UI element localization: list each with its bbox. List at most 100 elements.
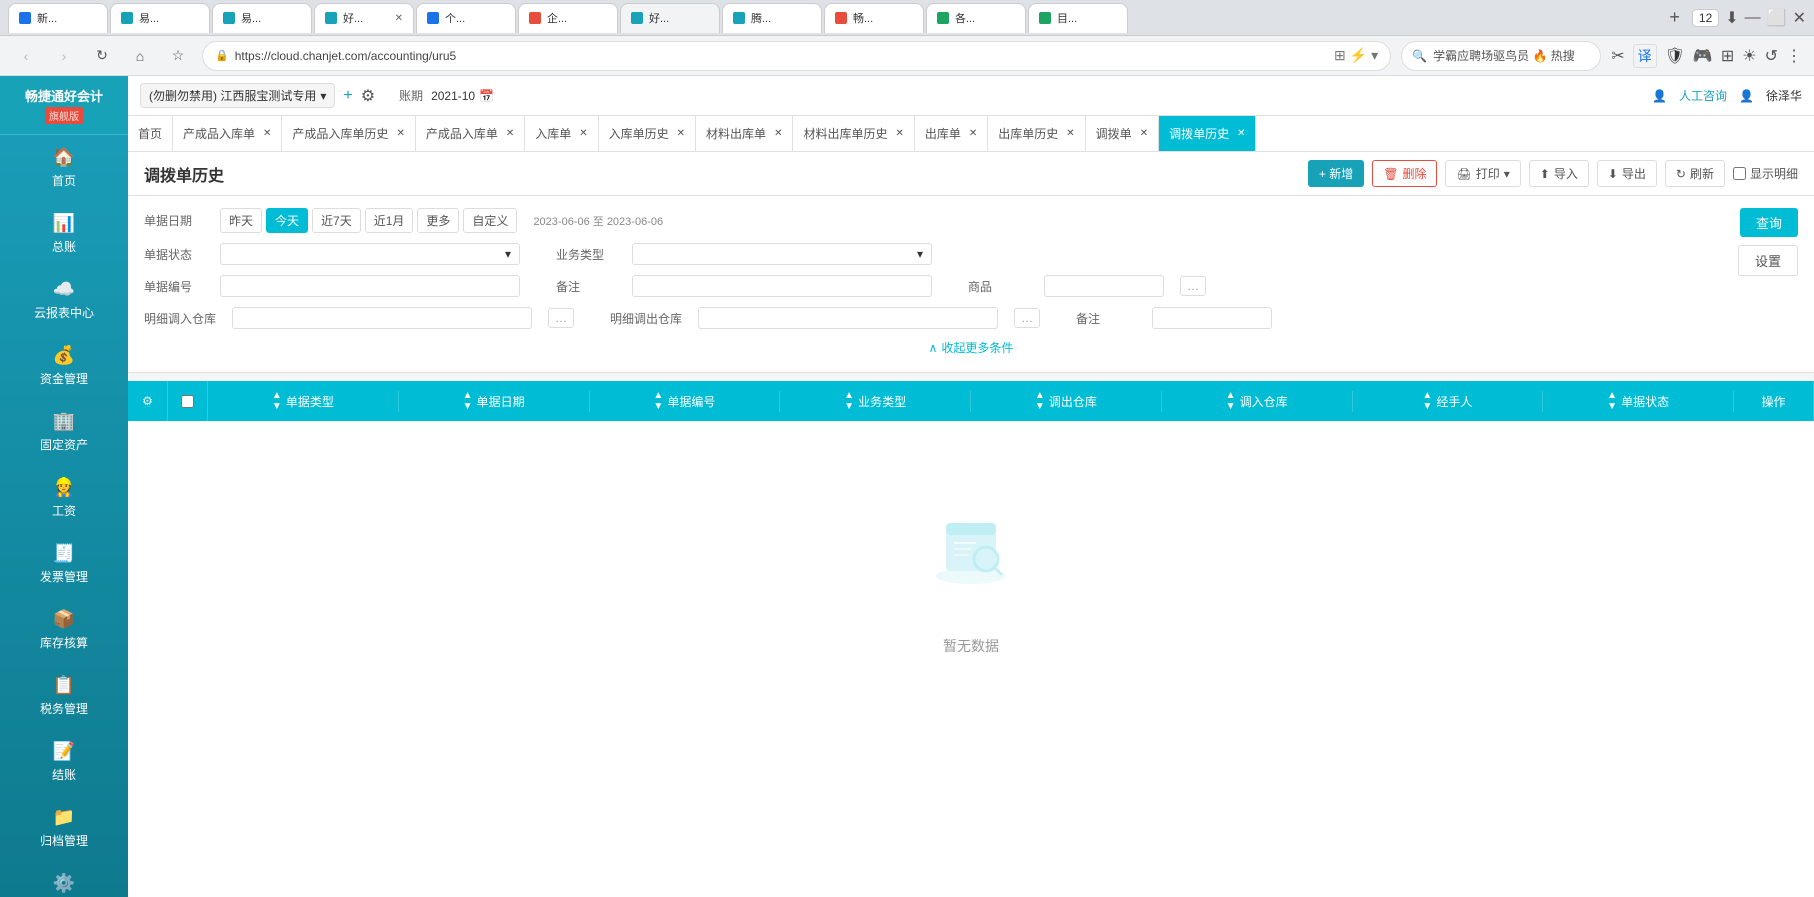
sidebar-item-10[interactable]: 📁归档管理 (0, 795, 128, 861)
th-col-6[interactable]: ▲▼经手人 (1353, 391, 1544, 412)
nav-tab-close-1[interactable]: ✕ (263, 128, 271, 139)
browser-tab-t2[interactable]: 易... (110, 3, 210, 33)
nav-tab-4[interactable]: 入库单✕ (525, 116, 598, 152)
th-col-3[interactable]: ▲▼业务类型 (780, 391, 971, 412)
th-col-7[interactable]: ▲▼单据状态 (1543, 391, 1734, 412)
browser-tab-t1[interactable]: 新... (8, 3, 108, 33)
nav-tab-close-8[interactable]: ✕ (969, 128, 977, 139)
browser-tab-t6[interactable]: 企... (518, 3, 618, 33)
th-col-4[interactable]: ▲▼调出仓库 (971, 391, 1162, 412)
sidebar-item-1[interactable]: 📊总账 (0, 201, 128, 267)
detail-in-ellipsis[interactable]: … (548, 308, 574, 328)
address-dropdown-icon[interactable]: ▾ (1371, 47, 1378, 64)
extension2-icon[interactable]: 🎮 (1693, 46, 1713, 66)
date-option-2[interactable]: 近7天 (312, 208, 361, 233)
delete-button[interactable]: 🗑 删除 (1372, 160, 1437, 187)
maximize-button[interactable]: ⬜ (1767, 8, 1787, 28)
nav-tab-9[interactable]: 出库单历史✕ (988, 116, 1085, 152)
sidebar-item-2[interactable]: ☁️云报表中心 (0, 267, 128, 333)
nav-tab-7[interactable]: 材料出库单历史✕ (793, 116, 914, 152)
nav-tab-8[interactable]: 出库单✕ (915, 116, 988, 152)
detail-out-input[interactable] (698, 307, 998, 329)
scissors-icon[interactable]: ✂ (1611, 46, 1624, 66)
bookmark-button[interactable]: ☆ (164, 42, 192, 70)
import-button[interactable]: ⬆ 导入 (1529, 160, 1589, 187)
date-option-0[interactable]: 昨天 (220, 208, 262, 233)
nav-tab-0[interactable]: 首页 (128, 116, 173, 152)
print-dropdown-icon[interactable]: ▾ (1504, 167, 1510, 181)
home-button[interactable]: ⌂ (126, 42, 154, 70)
add-company-button[interactable]: + (343, 87, 352, 105)
sidebar-item-3[interactable]: 💰资金管理 (0, 333, 128, 399)
grid-icon[interactable]: ⊞ (1721, 46, 1734, 66)
business-type-select[interactable]: ▾ (632, 243, 932, 265)
sidebar-item-5[interactable]: 👷工资 (0, 465, 128, 531)
sidebar-item-7[interactable]: 📦库存核算 (0, 597, 128, 663)
browser-tab-t8[interactable]: 腾... (722, 3, 822, 33)
detail-in-input[interactable] (232, 307, 532, 329)
date-option-5[interactable]: 自定义 (463, 208, 517, 233)
display-toggle[interactable]: 显示明细 (1733, 165, 1798, 182)
settings-gear-icon[interactable]: ⚙ (361, 86, 375, 106)
nav-tab-1[interactable]: 产成品入库单✕ (173, 116, 282, 152)
sidebar-item-8[interactable]: 📋税务管理 (0, 663, 128, 729)
th-checkbox[interactable] (168, 381, 208, 421)
filter-settings-button[interactable]: 设置 (1738, 245, 1798, 276)
display-toggle-checkbox[interactable] (1733, 167, 1746, 180)
user-service-label[interactable]: 人工咨询 (1679, 87, 1727, 104)
downloads-icon[interactable]: ⬇ (1725, 8, 1738, 28)
date-option-1[interactable]: 今天 (266, 208, 308, 233)
extension1-icon[interactable]: 🛡 (1665, 46, 1685, 66)
date-option-4[interactable]: 更多 (417, 208, 459, 233)
select-all-checkbox[interactable] (181, 395, 194, 408)
collapse-button[interactable]: ∧ 收起更多条件 (917, 335, 1026, 360)
sidebar-item-11[interactable]: ⚙️基础设置 (0, 861, 128, 897)
sidebar-item-6[interactable]: 🧾发票管理 (0, 531, 128, 597)
back-button[interactable]: ‹ (12, 42, 40, 70)
th-col-1[interactable]: ▲▼单据日期 (399, 391, 590, 412)
browser-tab-t7[interactable]: 好... (620, 3, 720, 33)
nav-tab-close-2[interactable]: ✕ (396, 128, 404, 139)
nav-tab-close-10[interactable]: ✕ (1140, 128, 1148, 139)
nav-tab-close-7[interactable]: ✕ (895, 128, 903, 139)
nav-tab-5[interactable]: 入库单历史✕ (599, 116, 696, 152)
browser-tab-t10[interactable]: 各... (926, 3, 1026, 33)
new-tab-button[interactable]: + (1663, 7, 1686, 28)
query-button[interactable]: 查询 (1740, 208, 1798, 237)
goods-ellipsis-button[interactable]: … (1180, 276, 1206, 296)
sidebar-item-4[interactable]: 🏢固定资产 (0, 399, 128, 465)
new-button[interactable]: + 新增 (1308, 160, 1364, 187)
nav-tab-close-11[interactable]: ✕ (1237, 128, 1245, 139)
nav-tab-3[interactable]: 产成品入库单✕ (416, 116, 525, 152)
nav-tab-close-3[interactable]: ✕ (506, 128, 514, 139)
address-bar[interactable]: 🔒 https://cloud.chanjet.com/accounting/u… (202, 41, 1391, 71)
detail-out-ellipsis[interactable]: … (1014, 308, 1040, 328)
nav-tab-10[interactable]: 调拨单✕ (1086, 116, 1159, 152)
th-col-5[interactable]: ▲▼调入仓库 (1162, 391, 1353, 412)
nav-tab-close-5[interactable]: ✕ (677, 128, 685, 139)
browser-tab-t3[interactable]: 易... (212, 3, 312, 33)
forward-button[interactable]: › (50, 42, 78, 70)
browser-tab-t9[interactable]: 畅... (824, 3, 924, 33)
menu-icon[interactable]: ⋮ (1786, 46, 1802, 66)
sidebar-item-9[interactable]: 📝结账 (0, 729, 128, 795)
nav-tab-11[interactable]: 调拨单历史✕ (1159, 116, 1256, 152)
date-option-3[interactable]: 近1月 (365, 208, 414, 233)
nav-tab-6[interactable]: 材料出库单✕ (696, 116, 793, 152)
remark-input[interactable] (632, 275, 932, 297)
nav-tab-close-4[interactable]: ✕ (579, 128, 587, 139)
username-label[interactable]: 徐泽华 (1766, 87, 1802, 104)
nav-tab-close-9[interactable]: ✕ (1066, 128, 1074, 139)
theme-icon[interactable]: ☀ (1742, 46, 1756, 66)
lightning-icon[interactable]: ⚡ (1350, 47, 1367, 64)
history-icon[interactable]: ↺ (1765, 46, 1778, 66)
th-col-2[interactable]: ▲▼单据编号 (590, 391, 781, 412)
status-select[interactable]: ▾ (220, 243, 520, 265)
th-col-0[interactable]: ▲▼单据类型 (208, 391, 399, 412)
export-button[interactable]: ⬇ 导出 (1597, 160, 1657, 187)
browser-tab-t11[interactable]: 目... (1028, 3, 1128, 33)
tab-close-icon[interactable]: ✕ (395, 13, 403, 24)
browser-tab-t5[interactable]: 个... (416, 3, 516, 33)
nav-tab-2[interactable]: 产成品入库单历史✕ (282, 116, 415, 152)
remark2-input[interactable] (1152, 307, 1272, 329)
